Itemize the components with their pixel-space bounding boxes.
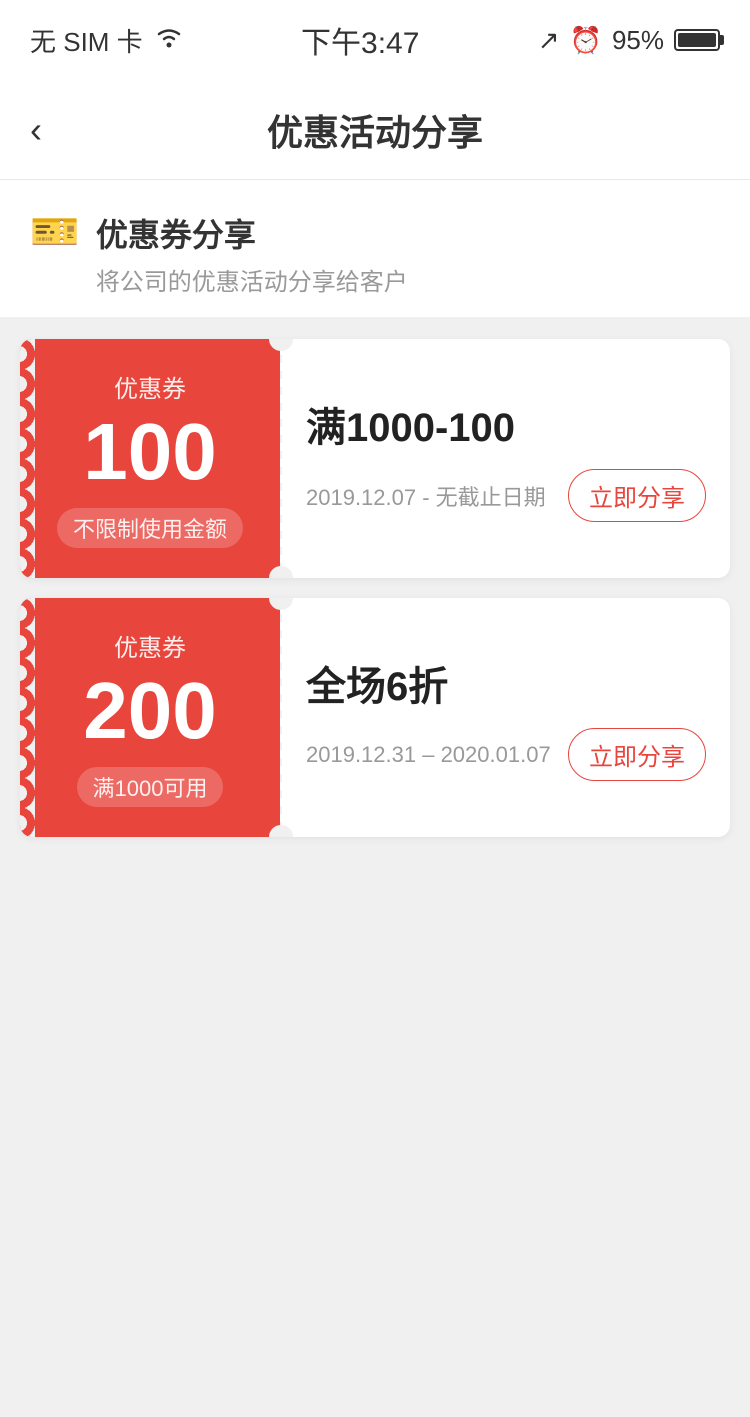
coupon-card-2: 优惠券 200 满1000可用 全场6折 2019.12.31 – 2020.0… <box>20 598 730 837</box>
coupon-date-1: 2019.12.07 - 无截止日期 <box>306 480 546 512</box>
coupon-condition-2: 满1000可用 <box>77 767 224 807</box>
section-subtitle: 将公司的优惠活动分享给客户 <box>96 262 408 297</box>
coupon-divider-2 <box>280 598 282 837</box>
back-button[interactable]: ‹ <box>30 109 42 151</box>
nav-bar: ‹ 优惠活动分享 <box>0 80 750 180</box>
coupon-right-2: 全场6折 2019.12.31 – 2020.01.07 立即分享 <box>282 598 730 837</box>
wifi-icon <box>155 25 183 56</box>
coupon-card-1: 优惠券 100 不限制使用金额 满1000-100 2019.12.07 - 无… <box>20 339 730 578</box>
status-left: 无 SIM 卡 <box>30 22 183 59</box>
coupon-label-2: 优惠券 <box>114 628 186 663</box>
section-header: 🎫 优惠券分享 将公司的优惠活动分享给客户 <box>0 180 750 317</box>
section-text: 优惠券分享 将公司的优惠活动分享给客户 <box>96 210 408 297</box>
coupon-divider-1 <box>280 339 282 578</box>
alarm-icon: ⏰ <box>570 25 602 56</box>
status-time: 下午3:47 <box>301 18 419 62</box>
share-button-2[interactable]: 立即分享 <box>568 728 706 781</box>
coupon-date-row-2: 2019.12.31 – 2020.01.07 立即分享 <box>306 728 706 781</box>
page-title: 优惠活动分享 <box>267 104 483 156</box>
coupon-icon: 🎫 <box>30 212 80 252</box>
coupon-left-2: 优惠券 200 满1000可用 <box>20 598 280 837</box>
coupon-left-1: 优惠券 100 不限制使用金额 <box>20 339 280 578</box>
coupon-name-2: 全场6折 <box>306 654 706 712</box>
share-button-1[interactable]: 立即分享 <box>568 469 706 522</box>
coupons-wrapper: 优惠券 100 不限制使用金额 满1000-100 2019.12.07 - 无… <box>0 319 750 857</box>
coupon-amount-1: 100 <box>83 412 216 492</box>
coupon-name-1: 满1000-100 <box>306 395 706 453</box>
coupon-date-2: 2019.12.31 – 2020.01.07 <box>306 742 551 768</box>
battery-percent: 95% <box>612 25 664 56</box>
coupon-date-row-1: 2019.12.07 - 无截止日期 立即分享 <box>306 469 706 522</box>
section-title: 优惠券分享 <box>96 210 408 256</box>
coupon-right-1: 满1000-100 2019.12.07 - 无截止日期 立即分享 <box>282 339 730 578</box>
battery-icon <box>674 29 720 51</box>
coupon-amount-2: 200 <box>83 671 216 751</box>
location-icon: ↗ <box>538 25 560 56</box>
coupon-condition-1: 不限制使用金额 <box>57 508 243 548</box>
coupon-label-1: 优惠券 <box>114 369 186 404</box>
status-right: ↗ ⏰ 95% <box>538 25 720 56</box>
empty-area <box>0 857 750 1417</box>
status-bar: 无 SIM 卡 下午3:47 ↗ ⏰ 95% <box>0 0 750 80</box>
carrier-text: 无 SIM 卡 <box>30 22 143 59</box>
